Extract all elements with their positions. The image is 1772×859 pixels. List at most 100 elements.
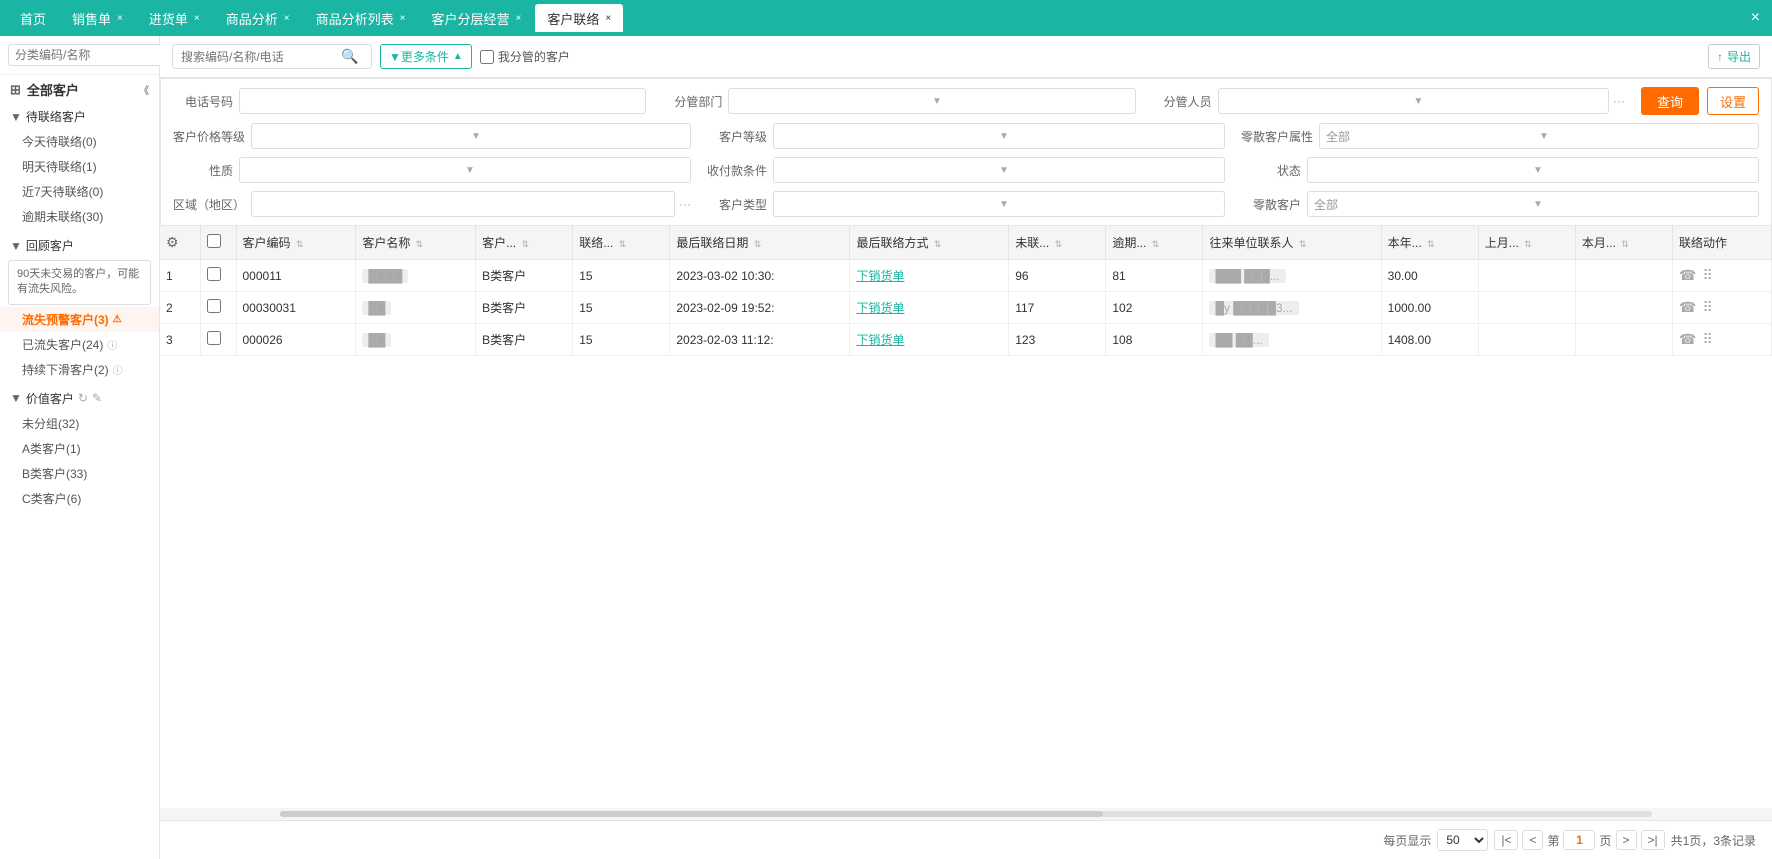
filter-customer-grade-select[interactable]: ▼	[773, 123, 1225, 149]
search-input[interactable]	[181, 50, 341, 64]
filter-nature-label: 性质	[173, 162, 233, 179]
blurred-name: ████	[362, 269, 408, 283]
tab-close-customer-contact[interactable]: ×	[605, 13, 611, 24]
filter-retail-customer-select[interactable]: 全部 ▼	[1307, 191, 1759, 217]
sidebar-all-customers[interactable]: ⊞ 全部客户 《	[0, 75, 159, 104]
next-page-button[interactable]: >	[1616, 830, 1637, 850]
sort-icon-name[interactable]: ⇅	[416, 239, 424, 249]
cell-not-contacted: 117	[1009, 292, 1106, 324]
filter-nature-select[interactable]: ▼	[239, 157, 691, 183]
tab-close-product-analysis[interactable]: ×	[284, 13, 290, 24]
sidebar-item-today[interactable]: 今天待联络(0)	[0, 129, 159, 154]
cell-not-contacted: 96	[1009, 260, 1106, 292]
horizontal-scrollbar[interactable]	[160, 808, 1772, 820]
more-filters-button[interactable]: ▼ 更多条件 ▲	[380, 44, 472, 69]
filter-status-select[interactable]: ▼	[1307, 157, 1759, 183]
sort-icon-tmonth[interactable]: ⇅	[1621, 239, 1629, 249]
contact-icon[interactable]: ☎	[1679, 267, 1696, 284]
contact-icon[interactable]: ☎	[1679, 331, 1696, 348]
tab-customer-contact[interactable]: 客户联络 ×	[535, 4, 623, 32]
tab-product-analysis[interactable]: 商品分析 ×	[214, 4, 302, 32]
filter-customer-type-select[interactable]: ▼	[773, 191, 1225, 217]
sort-icon-lmonth[interactable]: ⇅	[1524, 239, 1532, 249]
gear-icon[interactable]: ⚙	[166, 234, 179, 250]
my-customers-checkbox-label[interactable]: 我分管的客户	[480, 48, 570, 65]
contact-method-link[interactable]: 下销货单	[856, 333, 904, 347]
contact-method-link[interactable]: 下销货单	[856, 301, 904, 315]
tab-home[interactable]: 首页	[8, 4, 58, 32]
scrollbar-thumb[interactable]	[280, 811, 1103, 817]
sidebar-group-pending-title[interactable]: ▼ 待联络客户	[0, 104, 159, 129]
sort-icon-code[interactable]: ⇅	[296, 239, 304, 249]
page-input[interactable]	[1563, 830, 1595, 850]
sidebar-item-class-c[interactable]: C类客户(6)	[0, 486, 159, 511]
sidebar-item-declining[interactable]: 持续下滑客户(2) ⓘ	[0, 357, 159, 382]
filter-region-dots[interactable]: ···	[679, 197, 691, 211]
tab-purchase[interactable]: 进货单 ×	[137, 4, 212, 32]
tab-close-product-list[interactable]: ×	[400, 13, 406, 24]
sort-icon-unit[interactable]: ⇅	[1299, 239, 1307, 249]
sidebar-item-churn-warning[interactable]: 流失预警客户(3) ⚠	[0, 307, 159, 332]
prev-page-button[interactable]: <	[1522, 830, 1543, 850]
sort-icon-type[interactable]: ⇅	[521, 239, 529, 249]
tab-product-list[interactable]: 商品分析列表 ×	[304, 4, 418, 32]
query-button[interactable]: 查询	[1641, 87, 1699, 115]
filter-price-grade-select[interactable]: ▼	[251, 123, 691, 149]
close-all-tabs[interactable]: ×	[1747, 5, 1764, 31]
export-button[interactable]: ↑ 导出	[1708, 44, 1760, 69]
sidebar-item-7days[interactable]: 近7天待联络(0)	[0, 179, 159, 204]
tab-close-sales[interactable]: ×	[117, 13, 123, 24]
tab-customer-layer[interactable]: 客户分层经营 ×	[419, 4, 533, 32]
select-all-checkbox[interactable]	[207, 234, 221, 248]
edit-icon[interactable]: ✎	[92, 391, 102, 405]
sidebar-item-overdue[interactable]: 逾期未联络(30)	[0, 204, 159, 229]
th-not-contacted: 未联... ⇅	[1009, 226, 1106, 260]
filter-person-dots[interactable]: ···	[1613, 94, 1625, 108]
row-checkbox[interactable]	[207, 299, 221, 313]
per-page-select[interactable]: 50 100 200	[1437, 829, 1488, 851]
row-checkbox[interactable]	[207, 331, 221, 345]
sidebar-item-class-a[interactable]: A类客户(1)	[0, 436, 159, 461]
sidebar-group-value-title[interactable]: ▼ 价值客户 ↻ ✎	[0, 386, 159, 411]
cell-overdue: 81	[1106, 260, 1203, 292]
sort-icon-contact[interactable]: ⇅	[619, 239, 627, 249]
sidebar-item-class-b[interactable]: B类客户(33)	[0, 461, 159, 486]
more-action-icon[interactable]: ⠿	[1702, 299, 1712, 316]
search-button[interactable]: 🔍	[341, 48, 358, 65]
cell-this-month	[1575, 260, 1672, 292]
last-page-button[interactable]: >|	[1641, 830, 1665, 850]
sort-icon-date[interactable]: ⇅	[754, 239, 762, 249]
sort-icon-year[interactable]: ⇅	[1427, 239, 1435, 249]
sidebar-group-review-title[interactable]: ▼ 回顾客户	[0, 233, 159, 258]
row-checkbox[interactable]	[207, 267, 221, 281]
sidebar-item-churned[interactable]: 已流失客户(24) ⓘ	[0, 332, 159, 357]
sort-icon-overdue[interactable]: ⇅	[1152, 239, 1160, 249]
sidebar-search-input[interactable]	[8, 44, 177, 66]
filter-person-select[interactable]: ▼	[1218, 88, 1609, 114]
more-action-icon[interactable]: ⠿	[1702, 267, 1712, 284]
contact-method-link[interactable]: 下销货单	[856, 269, 904, 283]
tab-sales[interactable]: 销售单 ×	[60, 4, 135, 32]
my-customers-checkbox[interactable]	[480, 50, 494, 64]
tab-close-customer-layer[interactable]: ×	[515, 13, 521, 24]
cell-last-method: 下销货单	[850, 260, 1009, 292]
action-icons: ☎ ⠿	[1679, 267, 1765, 284]
filter-payment-select[interactable]: ▼	[773, 157, 1225, 183]
contact-icon[interactable]: ☎	[1679, 299, 1696, 316]
filter-region-select[interactable]	[251, 191, 675, 217]
filter-retail-attr-select[interactable]: 全部 ▼	[1319, 123, 1759, 149]
sidebar-item-tomorrow[interactable]: 明天待联络(1)	[0, 154, 159, 179]
cell-checkbox	[200, 324, 236, 356]
filter-phone-input[interactable]	[239, 88, 646, 114]
sidebar-item-ungrouped[interactable]: 未分组(32)	[0, 411, 159, 436]
filter-dept-select[interactable]: ▼	[728, 88, 1135, 114]
filter-retail-attr-label: 零散客户属性	[1241, 128, 1313, 145]
sort-icon-method[interactable]: ⇅	[934, 239, 942, 249]
tab-close-purchase[interactable]: ×	[194, 13, 200, 24]
refresh-icon[interactable]: ↻	[78, 391, 88, 405]
more-action-icon[interactable]: ⠿	[1702, 331, 1712, 348]
setting-button[interactable]: 设置	[1707, 87, 1759, 115]
first-page-button[interactable]: |<	[1494, 830, 1518, 850]
cell-action: ☎ ⠿	[1673, 260, 1772, 292]
sort-icon-not-contacted[interactable]: ⇅	[1055, 239, 1063, 249]
